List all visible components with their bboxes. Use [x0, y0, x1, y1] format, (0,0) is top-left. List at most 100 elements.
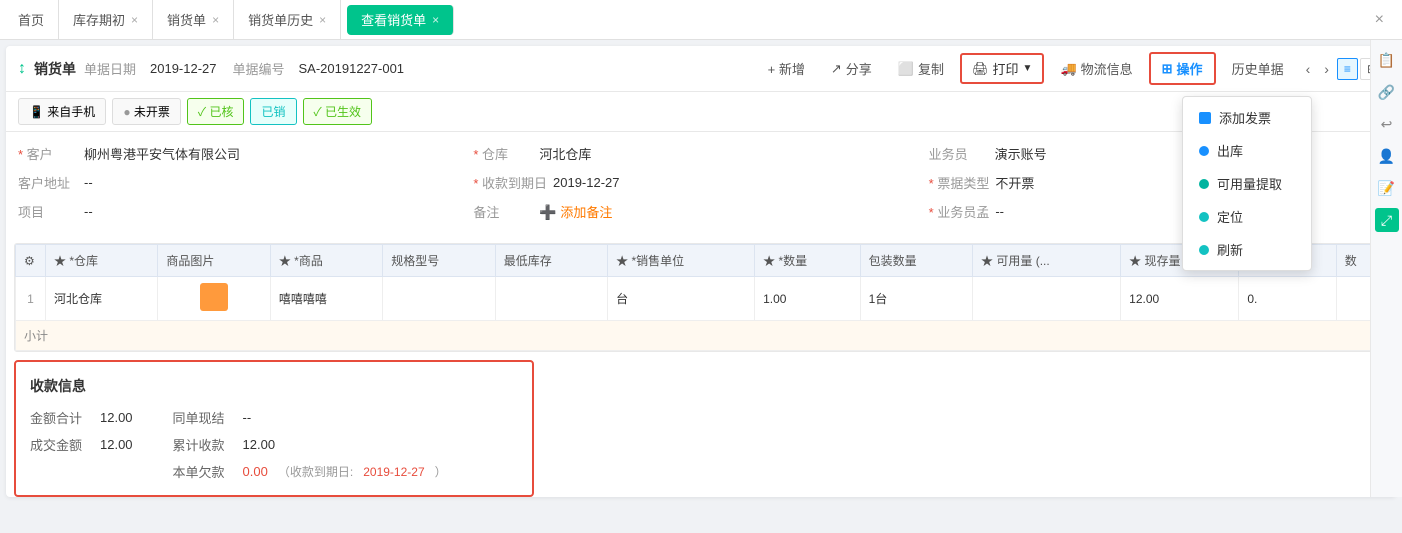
form-meta: 单据日期 2019-12-27 单据编号 SA-20191227-001 [84, 59, 404, 78]
outbound-icon [1199, 146, 1209, 156]
print-dropdown-icon: ▼ [1023, 63, 1033, 74]
effective-icon: ✓ [314, 105, 322, 119]
history-button[interactable]: 历史单据 [1222, 55, 1294, 82]
dropdown-refresh[interactable]: 刷新 [1183, 233, 1311, 266]
tab-sales-history[interactable]: 销货单历史 × [234, 0, 341, 39]
close-all-tabs[interactable]: × [1365, 11, 1394, 29]
sales-icon: ↕ [18, 60, 26, 78]
row-price: 0. [1239, 277, 1336, 321]
project-field: 项目 -- [18, 202, 473, 221]
dropdown-locate[interactable]: 定位 [1183, 200, 1311, 233]
sidebar-icon-note[interactable]: 📝 [1375, 176, 1399, 200]
tab-sales-order-close[interactable]: × [212, 13, 219, 27]
row-product-img [158, 277, 270, 321]
check-button[interactable]: ✓ 已核 [187, 98, 245, 125]
right-sidebar: 📋 🔗 ↩ 👤 📝 ⤢ [1370, 40, 1402, 497]
row-available [973, 277, 1121, 321]
logistics-icon: 🚚 [1060, 61, 1076, 77]
list-view-button[interactable]: ≡ [1337, 58, 1358, 80]
total-amount-item: 金额合计 12.00 [30, 408, 133, 427]
dropdown-outbound[interactable]: 出库 [1183, 134, 1311, 167]
available-extract-icon [1199, 179, 1209, 189]
form-actions: + 新增 ↗ 分享 ⬜ 复制 🖨 打印 ▼ 🚚 物流信息 [758, 52, 1384, 85]
copy-icon: ⬜ [898, 61, 914, 77]
dropdown-available-extract[interactable]: 可用量提取 [1183, 167, 1311, 200]
refresh-icon [1199, 245, 1209, 255]
sold-button[interactable]: 已销 [250, 98, 296, 125]
payment-col-right: 同单现结 -- 累计收款 12.00 本单欠款 0.00 （收款到期日: 201… [173, 408, 447, 481]
warehouse-field: 仓库 河北仓库 [473, 144, 928, 163]
row-quantity: 1.00 [755, 277, 861, 321]
not-open-dot: ● [123, 105, 130, 119]
tab-inventory-init-close[interactable]: × [131, 13, 138, 27]
sidebar-icon-return[interactable]: ↩ [1375, 112, 1399, 136]
prev-doc-button[interactable]: ‹ [1300, 58, 1317, 80]
tab-bar: 首页 库存期初 × 销货单 × 销货单历史 × 查看销货单 × × [0, 0, 1402, 40]
tab-home[interactable]: 首页 [8, 0, 59, 39]
salesman-field: 业务员孟 -- [929, 202, 1384, 221]
sidebar-icon-clipboard[interactable]: 📋 [1375, 48, 1399, 72]
payment-rows: 金额合计 12.00 成交金额 12.00 同单现结 -- 累计收款 [30, 408, 518, 481]
tab-sales-history-close[interactable]: × [319, 13, 326, 27]
subtotal-row: 小计 [16, 321, 1387, 351]
col-settings[interactable]: ⚙ [16, 245, 46, 277]
same-order-item: 同单现结 -- [173, 408, 447, 427]
fields-row-3: 项目 -- 备注 ➕ 添加备注 业务员孟 -- [18, 202, 1384, 221]
row-spec [383, 277, 495, 321]
check-icon: ✓ [198, 105, 206, 119]
row-warehouse: 河北仓库 [46, 277, 158, 321]
col-unit: ★ *销售单位 [608, 245, 755, 277]
table-row: 1 河北仓库 嘻嘻嘻嘻 台 1.00 1台 12.00 0. [16, 277, 1387, 321]
effective-button[interactable]: ✓ 已生效 [303, 98, 373, 125]
operation-button[interactable]: ⊞ 操作 [1152, 55, 1213, 82]
row-product: 嘻嘻嘻嘻 [270, 277, 382, 321]
tab-view-sales[interactable]: 查看销货单 × [347, 5, 454, 35]
not-open-button[interactable]: ● 未开票 [112, 98, 181, 125]
form-toolbar: ↕ 销货单 单据日期 2019-12-27 单据编号 SA-20191227-0… [6, 46, 1396, 92]
print-icon: 🖨 [972, 61, 989, 77]
payment-info: 收款信息 金额合计 12.00 成交金额 12.00 同单现结 -- [14, 360, 534, 497]
row-pack-qty: 1台 [860, 277, 972, 321]
copy-button[interactable]: ⬜ 复制 [888, 55, 954, 82]
memo-field: 备注 ➕ 添加备注 [473, 202, 928, 221]
tab-inventory-init[interactable]: 库存期初 × [59, 0, 153, 39]
col-min-stock: 最低库存 [495, 245, 607, 277]
tab-sales-order[interactable]: 销货单 × [153, 0, 234, 39]
print-button[interactable]: 🖨 打印 ▼ [960, 53, 1044, 84]
operation-dropdown: 添加发票 出库 可用量提取 定位 刷新 [1182, 96, 1312, 271]
subtotal-label: 小计 [16, 321, 1387, 351]
col-img: 商品图片 [158, 245, 270, 277]
sidebar-icon-link[interactable]: 🔗 [1375, 80, 1399, 104]
date-field: 单据日期 2019-12-27 [84, 59, 217, 78]
operation-grid-icon: ⊞ [1162, 61, 1173, 77]
staff-field: 业务员 演示账号 [929, 144, 1384, 163]
cumulative-item: 累计收款 12.00 [173, 435, 447, 454]
sidebar-icon-expand[interactable]: ⤢ [1375, 208, 1399, 232]
col-spec: 规格型号 [383, 245, 495, 277]
deal-amount-item: 成交金额 12.00 [30, 435, 133, 454]
next-doc-button[interactable]: › [1318, 58, 1335, 80]
fields-row-1: 客户 柳州粤港平安气体有限公司 仓库 河北仓库 业务员 演示账号 [18, 144, 1384, 163]
add-button[interactable]: + 新增 [758, 55, 815, 82]
sidebar-icon-user[interactable]: 👤 [1375, 144, 1399, 168]
logistics-button[interactable]: 🚚 物流信息 [1050, 55, 1142, 82]
locate-icon [1199, 212, 1209, 222]
number-field: 单据编号 SA-20191227-001 [233, 59, 405, 78]
add-memo-button[interactable]: ➕ 添加备注 [539, 202, 612, 221]
col-product: ★ *商品 [270, 245, 382, 277]
col-quantity: ★ *数量 [755, 245, 861, 277]
payment-date-field: 收款到期日 2019-12-27 [473, 173, 928, 192]
add-invoice-icon [1199, 112, 1211, 124]
customer-field: 客户 柳州粤港平安气体有限公司 [18, 144, 473, 163]
from-mobile-button[interactable]: 📱 来自手机 [18, 98, 106, 125]
dropdown-add-invoice[interactable]: 添加发票 [1183, 101, 1311, 134]
col-available: ★ 可用量 (... [973, 245, 1121, 277]
address-field: 客户地址 -- [18, 173, 473, 192]
share-button[interactable]: ↗ 分享 [821, 55, 882, 82]
payment-title: 收款信息 [30, 376, 518, 396]
row-unit: 台 [608, 277, 755, 321]
table-header-row: ⚙ ★ *仓库 商品图片 ★ *商品 规格型号 最低库存 ★ *销售单位 ★ *… [16, 245, 1387, 277]
tab-view-sales-close[interactable]: × [432, 13, 439, 27]
mobile-icon: 📱 [29, 105, 44, 119]
row-num: 1 [16, 277, 46, 321]
